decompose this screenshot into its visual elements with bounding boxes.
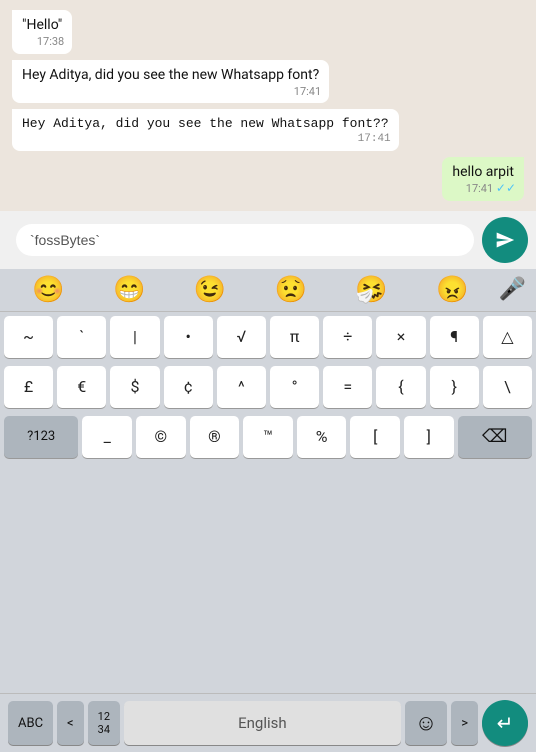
key-row-3: ?123_©®™%[]⌫ [0,412,536,462]
key-÷[interactable]: ÷ [323,316,372,358]
key-¢[interactable]: ¢ [164,366,213,408]
bottom-bar: ABC<12 34English☺>↵ [0,693,536,752]
emoji-key[interactable]: 😁 [91,275,168,305]
english-key[interactable]: English [124,701,401,745]
gt-key[interactable]: > [451,701,478,745]
input-bar [0,211,536,269]
lt-key[interactable]: < [57,701,84,745]
message-bubble: hello arpit17:41 ✓✓ [442,157,524,201]
emoji-key[interactable]: 😊 [10,275,87,305]
delete-key[interactable]: ⌫ [458,416,532,458]
key-[[interactable]: [ [350,416,400,458]
chat-area: "Hello"17:38 Hey Aditya, did you see the … [0,0,536,211]
message-bubble: Hey Aditya, did you see the new Whatsapp… [12,109,399,151]
message-wrapper: "Hello"17:38 [12,10,524,54]
enter-key[interactable]: ↵ [482,700,528,746]
message-time: 17:41 ✓✓ [466,180,516,197]
mic-icon[interactable]: 🎤 [499,277,526,302]
message-time: 17:41 [294,84,321,99]
abc-key[interactable]: ABC [8,701,53,745]
message-wrapper: Hey Aditya, did you see the new Whatsapp… [12,109,524,151]
key-_[interactable]: _ [82,416,132,458]
emoji-key[interactable]: 😉 [172,275,249,305]
key-\[interactable]: \ [483,366,532,408]
key-√[interactable]: √ [217,316,266,358]
message-input[interactable] [16,224,474,256]
send-icon [495,230,515,250]
key-π[interactable]: π [270,316,319,358]
key-¶[interactable]: ¶ [430,316,479,358]
message-time: 17:38 [37,34,64,49]
key-$[interactable]: $ [110,366,159,408]
key-°[interactable]: ° [270,366,319,408]
key-®[interactable]: ® [190,416,240,458]
key-™[interactable]: ™ [243,416,293,458]
emoji-row: 😊😁😉😟🤧😠 🎤 [0,269,536,312]
message-bubble: "Hello"17:38 [12,10,72,54]
message-tick: ✓✓ [496,181,516,195]
key-•[interactable]: • [164,316,213,358]
key-©[interactable]: © [136,416,186,458]
emoji-key[interactable]: 😟 [252,275,329,305]
keyboard: ~`|•√π÷×¶△ £€$¢^°={}\ ?123_©®™%[]⌫ [0,312,536,693]
message-wrapper: Hey Aditya, did you see the new Whatsapp… [12,60,524,104]
key-row-2: £€$¢^°={}\ [0,362,536,412]
key-€[interactable]: € [57,366,106,408]
key-][interactable]: ] [404,416,454,458]
key-|[interactable]: | [110,316,159,358]
key-=[interactable]: = [323,366,372,408]
key-~[interactable]: ~ [4,316,53,358]
key-123[interactable]: ?123 [4,416,78,458]
message-bubble: Hey Aditya, did you see the new Whatsapp… [12,60,329,104]
key-^[interactable]: ^ [217,366,266,408]
key-△[interactable]: △ [483,316,532,358]
key-}[interactable]: } [430,366,479,408]
key-£[interactable]: £ [4,366,53,408]
emoji-bottom-key[interactable]: ☺ [405,701,447,745]
key-`[interactable]: ` [57,316,106,358]
emoji-key[interactable]: 🤧 [333,275,410,305]
key-{[interactable]: { [376,366,425,408]
numbers-key[interactable]: 12 34 [88,701,120,745]
message-wrapper: hello arpit17:41 ✓✓ [12,157,524,201]
key-row-1: ~`|•√π÷×¶△ [0,312,536,362]
key-%[interactable]: % [297,416,347,458]
emoji-key[interactable]: 😠 [414,275,491,305]
key-×[interactable]: × [376,316,425,358]
message-time: 17:41 [358,132,391,147]
send-button[interactable] [482,217,528,263]
